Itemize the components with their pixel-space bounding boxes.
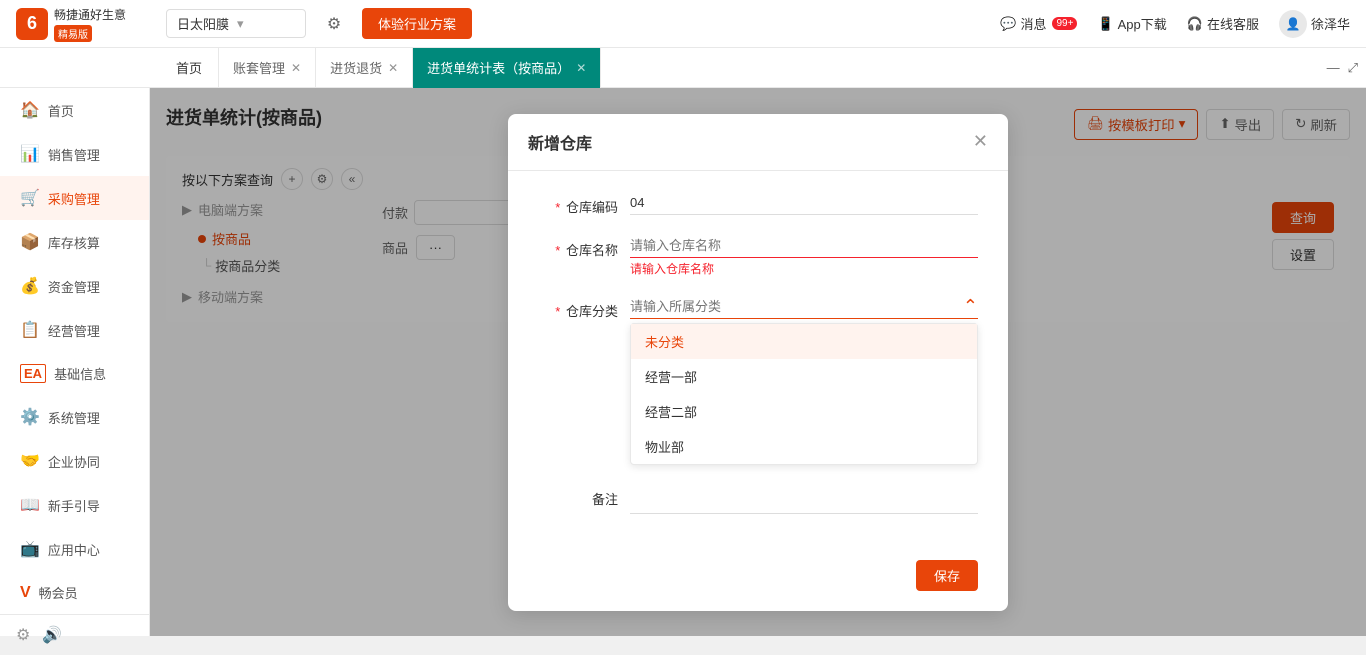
online-service-button[interactable]: 🎧 在线客服 [1187,14,1259,33]
purchase-icon: 🛒 [20,188,40,208]
sidebar-item-operations[interactable]: 📋 经营管理 [0,308,149,352]
sidebar-item-app[interactable]: 📺 应用中心 [0,527,149,571]
new-warehouse-modal: 新增仓库 ✕ * 仓库编码 [508,114,1008,611]
category-field: * 仓库分类 ⌃ 未分类 经营一部 经 [538,295,978,465]
code-input[interactable] [630,191,978,215]
notes-label: 备注 [538,483,618,508]
category-input-wrapper: ⌃ 未分类 经营一部 经营二部 物业部 [630,295,978,465]
dropdown-item-ops1[interactable]: 经营一部 [631,359,977,394]
sales-icon: 📊 [20,144,40,164]
dropdown-item-ops2[interactable]: 经营二部 [631,394,977,429]
dropdown-item-unclassified[interactable]: 未分类 [631,324,977,359]
tab-expand-icon[interactable]: ⤢ [1348,60,1358,76]
sidebar-item-enterprise[interactable]: 🤝 企业协同 [0,439,149,483]
finance-icon: 💰 [20,276,40,296]
chevron-up-icon[interactable]: ⌃ [963,296,978,317]
name-error-msg: 请输入仓库名称 [630,260,978,277]
notes-textarea[interactable] [630,483,978,514]
code-label: * 仓库编码 [538,191,618,216]
notif-badge: 99+ [1052,17,1077,30]
tab-minimize-icon[interactable]: — [1327,60,1340,75]
name-input-wrapper: 请输入仓库名称 [630,234,978,277]
sidebar-item-vip[interactable]: V 畅会员 [0,571,149,614]
sidebar-item-guide[interactable]: 📖 新手引导 [0,483,149,527]
guide-icon: 📖 [20,495,40,515]
phone-icon: 📱 [1097,16,1113,32]
tab-accounts[interactable]: 账套管理 ✕ [219,48,316,88]
message-icon: 💬 [1000,16,1016,32]
modal-body: * 仓库编码 * 仓库名称 [508,171,1008,552]
messages-button[interactable]: 💬 消息 99+ [1000,14,1077,33]
content-area: 进货单统计(按商品) 🖨 按模板打印 ▾ ⬆ 导出 ↻ 刷新 [150,88,1366,636]
code-input-wrapper [630,191,978,215]
save-button[interactable]: 保存 [916,560,978,591]
sidebar-item-sales[interactable]: 📊 销售管理 [0,132,149,176]
vip-icon: V [20,584,31,602]
settings-bottom-icon[interactable]: ⚙ [16,625,30,645]
modal-title: 新增仓库 [528,130,592,154]
tab-actions: — ⤢ [1327,60,1366,76]
tab-bar: 首页 账套管理 ✕ 进货退货 ✕ 进货单统计表（按商品） ✕ — ⤢ [0,48,1366,88]
tab-purchase-stats[interactable]: 进货单统计表（按商品） ✕ [413,48,601,88]
inventory-icon: 📦 [20,232,40,252]
main-layout: 🏠 首页 📊 销售管理 🛒 采购管理 📦 库存核算 💰 资金管理 📋 经营管理 … [0,88,1366,636]
logo-icon: 6 [16,8,48,40]
app-icon: 📺 [20,539,40,559]
logo-area: 6 畅捷通好生意 精易版 [16,6,166,42]
operations-icon: 📋 [20,320,40,340]
modal-close-button[interactable]: ✕ [973,131,988,152]
sidebar-item-finance[interactable]: 💰 资金管理 [0,264,149,308]
top-header: 6 畅捷通好生意 精易版 日太阳膜 ▾ ⚙ 体验行业方案 💬 消息 99+ 📱 … [0,0,1366,48]
notes-input-wrapper [630,483,978,514]
name-label: * 仓库名称 [538,234,618,259]
category-dropdown: 未分类 经营一部 经营二部 物业部 [630,323,978,465]
settings-icon[interactable]: ⚙ [318,8,350,40]
avatar: 👤 [1279,10,1307,38]
enterprise-icon: 🤝 [20,451,40,471]
notes-field: 备注 [538,483,978,514]
sidebar-item-home[interactable]: 🏠 首页 [0,88,149,132]
modal-footer: 保存 [508,560,1008,591]
tab-purchase-return[interactable]: 进货退货 ✕ [316,48,413,88]
dropdown-item-property[interactable]: 物业部 [631,429,977,464]
store-selector[interactable]: 日太阳膜 ▾ [166,9,306,38]
tab-close-accounts[interactable]: ✕ [291,61,301,75]
sidebar-item-purchase[interactable]: 🛒 采购管理 [0,176,149,220]
code-field: * 仓库编码 [538,191,978,216]
tab-close-purchase-return[interactable]: ✕ [388,61,398,75]
category-label: * 仓库分类 [538,295,618,320]
logo-text: 畅捷通好生意 精易版 [54,6,126,42]
modal-overlay: 新增仓库 ✕ * 仓库编码 [150,88,1366,636]
sidebar: 🏠 首页 📊 销售管理 🛒 采购管理 📦 库存核算 💰 资金管理 📋 经营管理 … [0,88,150,636]
headset-icon: 🎧 [1187,16,1203,32]
basic-info-icon: EA [20,364,46,383]
app-download-button[interactable]: 📱 App下载 [1097,14,1166,33]
header-right: 💬 消息 99+ 📱 App下载 🎧 在线客服 👤 徐泽华 [1000,10,1350,38]
category-input[interactable] [630,295,963,318]
modal-header: 新增仓库 ✕ [508,114,1008,171]
user-area[interactable]: 👤 徐泽华 [1279,10,1350,38]
sidebar-bottom: ⚙ 🔊 [0,614,149,655]
sidebar-item-system[interactable]: ⚙️ 系统管理 [0,395,149,439]
speaker-icon[interactable]: 🔊 [42,625,62,645]
name-field: * 仓库名称 请输入仓库名称 [538,234,978,277]
sidebar-item-basic-info[interactable]: EA 基础信息 [0,352,149,395]
sidebar-item-inventory[interactable]: 📦 库存核算 [0,220,149,264]
store-arrow-icon: ▾ [237,16,244,32]
name-input[interactable] [630,234,978,258]
home-icon: 🏠 [20,100,40,120]
system-icon: ⚙️ [20,407,40,427]
category-input-row: ⌃ [630,295,978,319]
tab-close-purchase-stats[interactable]: ✕ [576,61,586,75]
tab-home[interactable]: 首页 [160,48,219,88]
trial-button[interactable]: 体验行业方案 [362,8,472,39]
